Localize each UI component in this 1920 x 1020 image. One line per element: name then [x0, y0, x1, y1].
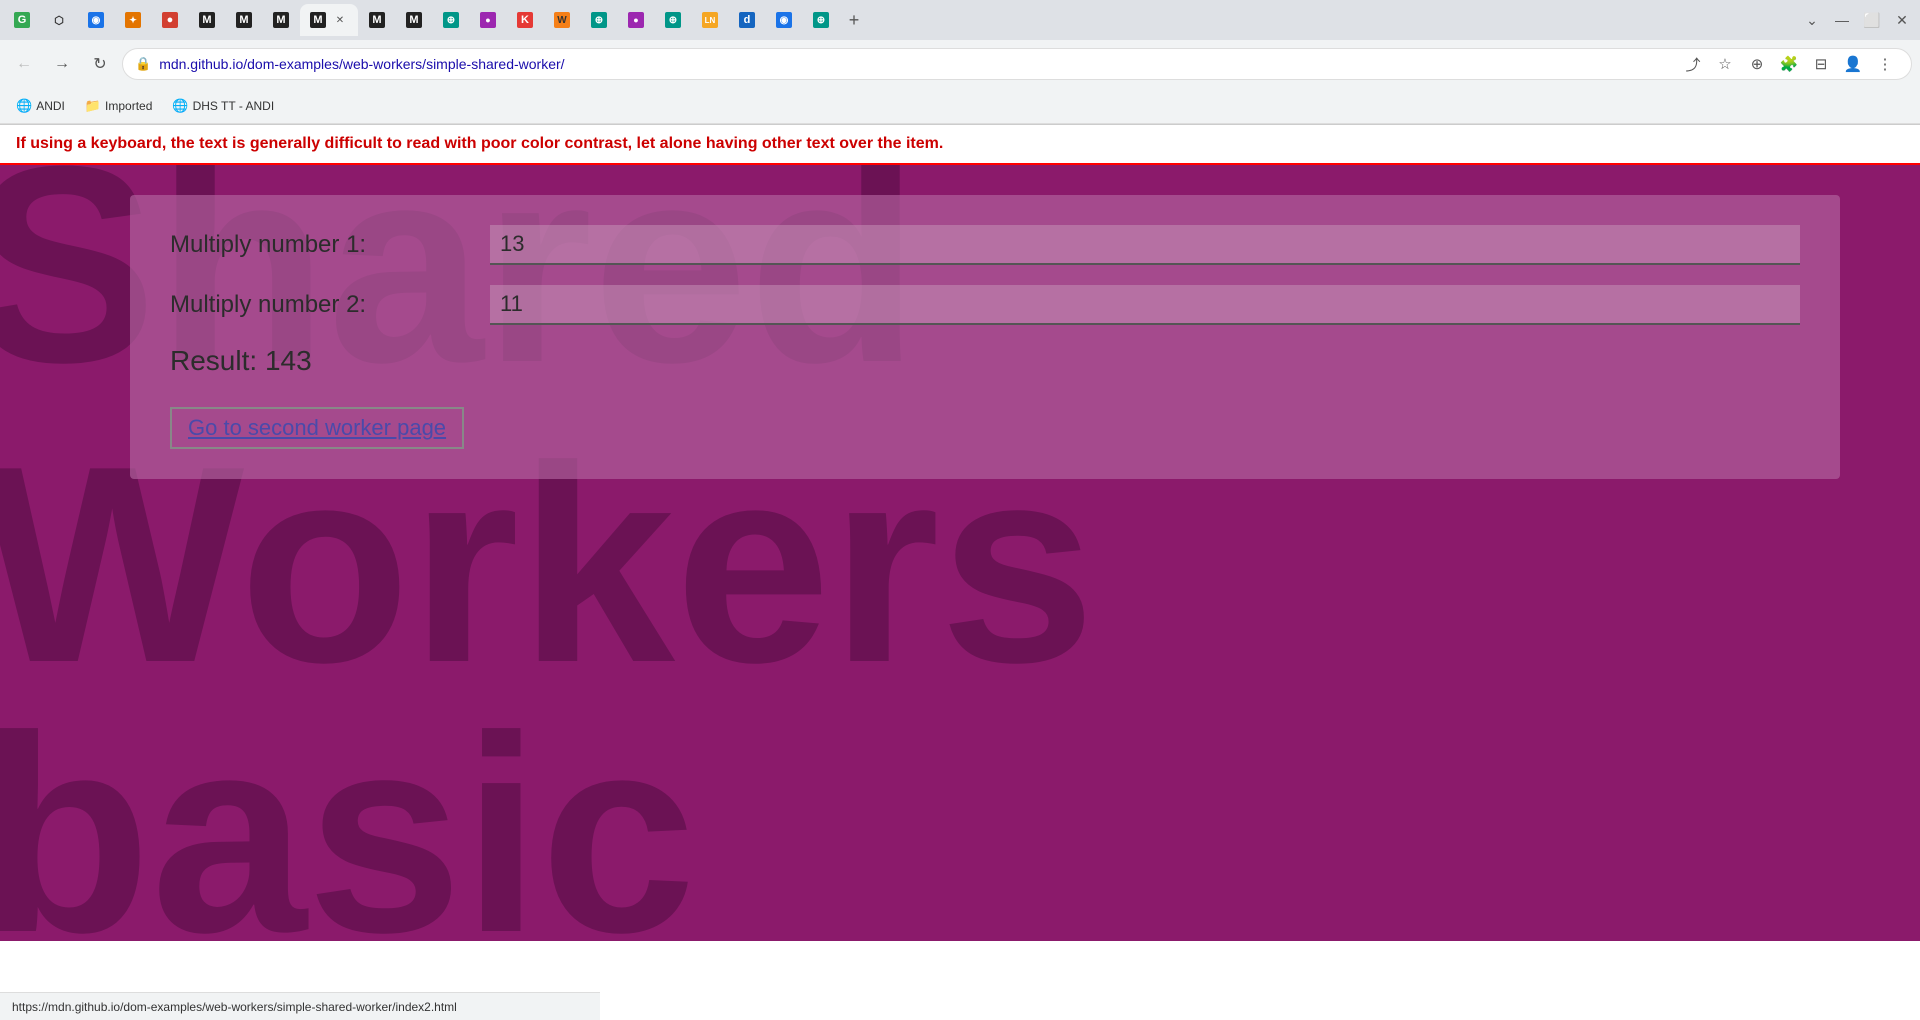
notification-text: If using a keyboard, the text is general…: [16, 135, 943, 152]
extensions-icon[interactable]: 🧩: [1775, 50, 1803, 78]
bg-text-basic: basic: [0, 695, 696, 941]
tab-favicon-12: ⊕: [443, 12, 459, 28]
status-bar: https://mdn.github.io/dom-examples/web-w…: [0, 992, 600, 1020]
bookmark-dhs[interactable]: 🌐 DHS TT - ANDI: [164, 94, 282, 118]
bookmark-dhs-label: DHS TT - ANDI: [193, 99, 275, 113]
profile-icon[interactable]: 👤: [1839, 50, 1867, 78]
tab-favicon-18: ⊕: [665, 12, 681, 28]
page-content: Shared Workers basic Multiply number 1: …: [0, 165, 1920, 941]
bookmark-imported-label: Imported: [105, 99, 152, 113]
tab-21[interactable]: ◉: [766, 4, 802, 36]
tab-favicon-1: G: [14, 12, 30, 28]
tab-favicon-17: ●: [628, 12, 644, 28]
tab-favicon-7: M: [236, 12, 252, 28]
tab-12[interactable]: ⊕: [433, 4, 469, 36]
tab-favicon-20: d: [739, 12, 755, 28]
tab-18[interactable]: ⊕: [655, 4, 691, 36]
tab-favicon-21: ◉: [776, 12, 792, 28]
bookmark-globe-icon-1: 🌐: [16, 98, 32, 114]
tab-22[interactable]: ⊕: [803, 4, 839, 36]
back-button[interactable]: ←: [8, 48, 40, 80]
address-right-icons: ⤴ ☆ ⊕ 🧩 ⊟ 👤 ⋮: [1679, 50, 1899, 78]
bookmark-globe-icon-2: 🌐: [172, 98, 188, 114]
tab-6[interactable]: M: [189, 4, 225, 36]
reload-button[interactable]: ↻: [84, 48, 116, 80]
close-button[interactable]: ✕: [1888, 6, 1916, 34]
multiply-2-label: Multiply number 2:: [170, 291, 490, 319]
tab-favicon-11: M: [406, 12, 422, 28]
maximize-button[interactable]: ⬜: [1858, 6, 1886, 34]
tab-favicon-3: ◉: [88, 12, 104, 28]
tab-favicon-4: ✦: [125, 12, 141, 28]
tab-11[interactable]: M: [396, 4, 432, 36]
tab-2[interactable]: ⬡: [41, 4, 77, 36]
tab-17[interactable]: ●: [618, 4, 654, 36]
result-value: 143: [265, 345, 312, 376]
tab-favicon-15: W: [554, 12, 570, 28]
notification-bar: If using a keyboard, the text is general…: [0, 125, 1920, 165]
tab-20[interactable]: d: [729, 4, 765, 36]
bookmarks-bar: 🌐 ANDI 📁 Imported 🌐 DHS TT - ANDI: [0, 88, 1920, 124]
tab-favicon-13: ●: [480, 12, 496, 28]
bookmark-andi[interactable]: 🌐 ANDI: [8, 94, 73, 118]
tab-favicon-6: M: [199, 12, 215, 28]
tab-13[interactable]: ●: [470, 4, 506, 36]
tab-favicon-22: ⊕: [813, 12, 829, 28]
tab-14[interactable]: K: [507, 4, 543, 36]
tab-favicon-2: ⬡: [51, 12, 67, 28]
address-bar-row: ← → ↻ 🔒 mdn.github.io/dom-examples/web-w…: [0, 40, 1920, 88]
tab-favicon-9: M: [310, 12, 326, 28]
lock-icon: 🔒: [135, 56, 151, 72]
worldwire-icon[interactable]: ⊕: [1743, 50, 1771, 78]
browser-chrome: G ⬡ ◉ ✦ ● M M M M ✕ M M: [0, 0, 1920, 125]
multiply-1-input[interactable]: [490, 225, 1800, 265]
tab-5[interactable]: ●: [152, 4, 188, 36]
new-tab-button[interactable]: +: [840, 6, 868, 34]
tab-favicon-19: LN: [702, 12, 718, 28]
tab-favicon-16: ⊕: [591, 12, 607, 28]
tab-close-9[interactable]: ✕: [332, 12, 348, 28]
content-panel: Multiply number 1: Multiply number 2: Re…: [130, 195, 1840, 479]
tab-16[interactable]: ⊕: [581, 4, 617, 36]
tab-favicon-5: ●: [162, 12, 178, 28]
bookmark-andi-label: ANDI: [36, 99, 65, 113]
tab-bar-controls: ⌄ — ⬜ ✕: [1798, 6, 1916, 34]
bookmark-star-icon[interactable]: ☆: [1711, 50, 1739, 78]
bookmark-folder-icon: 📁: [85, 98, 101, 114]
multiply-1-label: Multiply number 1:: [170, 231, 490, 259]
multiply-2-input[interactable]: [490, 285, 1800, 325]
tab-list-button[interactable]: ⌄: [1798, 6, 1826, 34]
tab-bar: G ⬡ ◉ ✦ ● M M M M ✕ M M: [0, 0, 1920, 40]
second-worker-link[interactable]: Go to second worker page: [170, 407, 464, 449]
tab-15[interactable]: W: [544, 4, 580, 36]
share-icon[interactable]: ⤴: [1679, 50, 1707, 78]
multiply-2-row: Multiply number 2:: [170, 285, 1800, 325]
tab-favicon-10: M: [369, 12, 385, 28]
tab-4[interactable]: ✦: [115, 4, 151, 36]
result-row: Result: 143: [170, 345, 1800, 377]
tab-8[interactable]: M: [263, 4, 299, 36]
forward-button[interactable]: →: [46, 48, 78, 80]
tab-3[interactable]: ◉: [78, 4, 114, 36]
multiply-1-row: Multiply number 1:: [170, 225, 1800, 265]
address-bar[interactable]: 🔒 mdn.github.io/dom-examples/web-workers…: [122, 48, 1912, 80]
menu-icon[interactable]: ⋮: [1871, 50, 1899, 78]
address-text: mdn.github.io/dom-examples/web-workers/s…: [159, 56, 1671, 72]
tab-10[interactable]: M: [359, 4, 395, 36]
bookmark-imported[interactable]: 📁 Imported: [77, 94, 161, 118]
tab-19[interactable]: LN: [692, 4, 728, 36]
status-url: https://mdn.github.io/dom-examples/web-w…: [12, 1000, 457, 1014]
tab-9-active[interactable]: M ✕: [300, 4, 358, 36]
tab-7[interactable]: M: [226, 4, 262, 36]
minimize-button[interactable]: —: [1828, 6, 1856, 34]
tab-favicon-14: K: [517, 12, 533, 28]
tab-favicon-8: M: [273, 12, 289, 28]
tab-1[interactable]: G: [4, 4, 40, 36]
sidebar-icon[interactable]: ⊟: [1807, 50, 1835, 78]
